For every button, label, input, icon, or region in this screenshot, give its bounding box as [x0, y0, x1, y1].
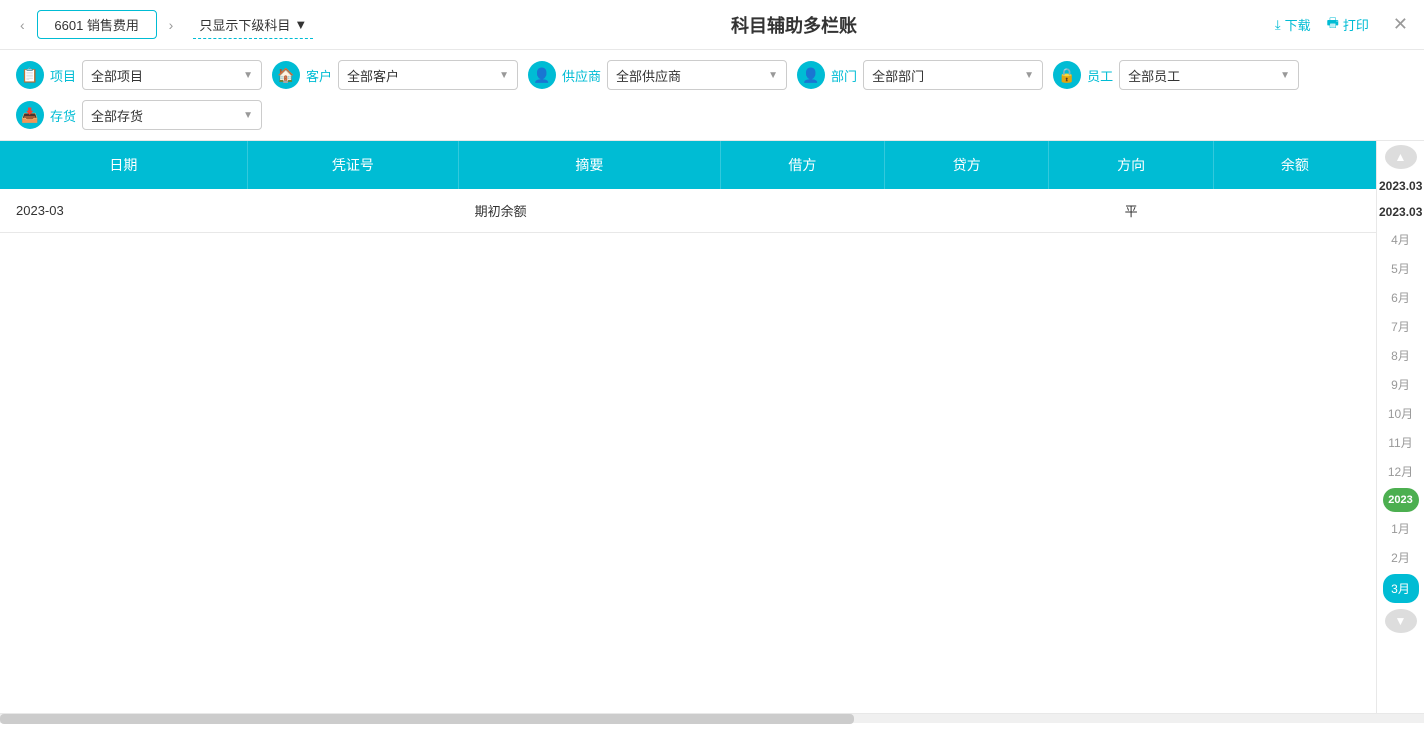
supplier-icon: 👤 [528, 61, 556, 89]
page-title: 科目辅助多栏账 [321, 12, 1267, 38]
customer-select[interactable]: 全部客户 ▼ [338, 60, 518, 90]
table-wrapper: 日期 凭证号 摘要 借方 贷方 方向 余额 2023-03 期初余额 平 [0, 141, 1376, 713]
col-direction: 方向 [1049, 141, 1213, 189]
month-item-6[interactable]: 6月 [1377, 283, 1424, 312]
col-summary: 摘要 [459, 141, 721, 189]
filter-group-stock: 📥 存货 全部存货 ▼ [16, 100, 262, 130]
col-debit: 借方 [720, 141, 884, 189]
employee-dropdown-icon: ▼ [1280, 70, 1290, 81]
month-item-2[interactable]: 2月 [1377, 543, 1424, 572]
project-select[interactable]: 全部项目 ▼ [82, 60, 262, 90]
department-label: 部门 [831, 66, 857, 85]
employee-value: 全部员工 [1128, 66, 1180, 85]
department-icon: 👤 [797, 61, 825, 89]
department-select[interactable]: 全部部门 ▼ [863, 60, 1043, 90]
supplier-dropdown-icon: ▼ [768, 70, 778, 81]
month-item-1[interactable]: 1月 [1377, 514, 1424, 543]
month-item-3-active[interactable]: 3月 [1383, 574, 1419, 603]
ledger-table: 日期 凭证号 摘要 借方 贷方 方向 余额 2023-03 期初余额 平 [0, 141, 1376, 233]
month-item-11[interactable]: 11月 [1377, 428, 1424, 457]
top-actions: ⤓ 下载 🖶 打印 ✕ [1275, 14, 1408, 36]
print-button[interactable]: 🖶 打印 [1327, 14, 1369, 36]
main-content: 日期 凭证号 摘要 借方 贷方 方向 余额 2023-03 期初余额 平 [0, 141, 1424, 713]
month-item-4[interactable]: 4月 [1377, 225, 1424, 254]
department-value: 全部部门 [872, 66, 924, 85]
month-item-2023-03-selected[interactable]: 2023.03 [1377, 173, 1424, 199]
project-icon: 📋 [16, 61, 44, 89]
year-badge-2023[interactable]: 2023 [1383, 488, 1419, 512]
month-panel-up-arrow[interactable]: ▲ [1385, 145, 1417, 169]
customer-value: 全部客户 [347, 66, 399, 85]
stock-value: 全部存货 [91, 106, 143, 125]
customer-icon: 🏠 [272, 61, 300, 89]
cell-summary: 期初余额 [459, 189, 721, 233]
chevron-down-icon: ▼ [294, 17, 307, 32]
month-item-7[interactable]: 7月 [1377, 312, 1424, 341]
cell-balance [1213, 189, 1376, 233]
filter-group-supplier: 👤 供应商 全部供应商 ▼ [528, 60, 787, 90]
employee-icon: 🔒 [1053, 61, 1081, 89]
stock-select[interactable]: 全部存货 ▼ [82, 100, 262, 130]
filter-group-department: 👤 部门 全部部门 ▼ [797, 60, 1043, 90]
col-date: 日期 [0, 141, 247, 189]
col-credit: 贷方 [885, 141, 1049, 189]
cell-date: 2023-03 [0, 189, 247, 233]
customer-label: 客户 [306, 66, 332, 85]
next-arrow[interactable]: › [165, 15, 178, 35]
print-icon: 🖶 [1327, 14, 1339, 36]
month-item-9[interactable]: 9月 [1377, 370, 1424, 399]
col-balance: 余额 [1213, 141, 1376, 189]
customer-dropdown-icon: ▼ [499, 70, 509, 81]
month-item-10[interactable]: 10月 [1377, 399, 1424, 428]
bottom-scrollbar[interactable] [0, 713, 1424, 723]
month-item-5[interactable]: 5月 [1377, 254, 1424, 283]
supplier-select[interactable]: 全部供应商 ▼ [607, 60, 787, 90]
show-sub-label: 只显示下级科目 [199, 15, 290, 34]
stock-label: 存货 [50, 106, 76, 125]
show-sub-button[interactable]: 只显示下级科目 ▼ [193, 11, 313, 39]
filter-area: 📋 项目 全部项目 ▼ 🏠 客户 全部客户 ▼ 👤 供应商 全部供应商 ▼ 👤 … [0, 50, 1424, 141]
col-voucher: 凭证号 [247, 141, 458, 189]
cell-debit [720, 189, 884, 233]
filter-group-customer: 🏠 客户 全部客户 ▼ [272, 60, 518, 90]
top-bar: ‹ 6601 销售费用 › 只显示下级科目 ▼ 科目辅助多栏账 ⤓ 下载 🖶 打… [0, 0, 1424, 50]
supplier-label: 供应商 [562, 66, 601, 85]
cell-direction: 平 [1049, 189, 1213, 233]
close-button[interactable]: ✕ [1393, 14, 1408, 35]
stock-icon: 📥 [16, 101, 44, 129]
project-dropdown-icon: ▼ [243, 70, 253, 81]
month-panel: ▲ 2023.03 2023.03 4月 5月 6月 7月 8月 9月 10月 … [1376, 141, 1424, 713]
month-item-8[interactable]: 8月 [1377, 341, 1424, 370]
employee-select[interactable]: 全部员工 ▼ [1119, 60, 1299, 90]
employee-label: 员工 [1087, 66, 1113, 85]
download-button[interactable]: ⤓ 下载 [1275, 15, 1311, 34]
project-label: 项目 [50, 66, 76, 85]
account-code: 6601 销售费用 [37, 10, 157, 39]
project-value: 全部项目 [91, 66, 143, 85]
month-item-12[interactable]: 12月 [1377, 457, 1424, 486]
table-row: 2023-03 期初余额 平 [0, 189, 1376, 233]
supplier-value: 全部供应商 [616, 66, 681, 85]
scrollbar-thumb [0, 714, 854, 724]
month-panel-down-arrow[interactable]: ▼ [1385, 609, 1417, 633]
cell-credit [885, 189, 1049, 233]
department-dropdown-icon: ▼ [1024, 70, 1034, 81]
cell-voucher [247, 189, 458, 233]
stock-dropdown-icon: ▼ [243, 110, 253, 121]
print-label: 打印 [1343, 15, 1369, 34]
download-icon: ⤓ [1275, 17, 1281, 33]
filter-group-employee: 🔒 员工 全部员工 ▼ [1053, 60, 1299, 90]
table-header-row: 日期 凭证号 摘要 借方 贷方 方向 余额 [0, 141, 1376, 189]
prev-arrow[interactable]: ‹ [16, 15, 29, 35]
filter-group-project: 📋 项目 全部项目 ▼ [16, 60, 262, 90]
download-label: 下载 [1285, 15, 1311, 34]
month-item-2023-03[interactable]: 2023.03 [1377, 199, 1424, 225]
